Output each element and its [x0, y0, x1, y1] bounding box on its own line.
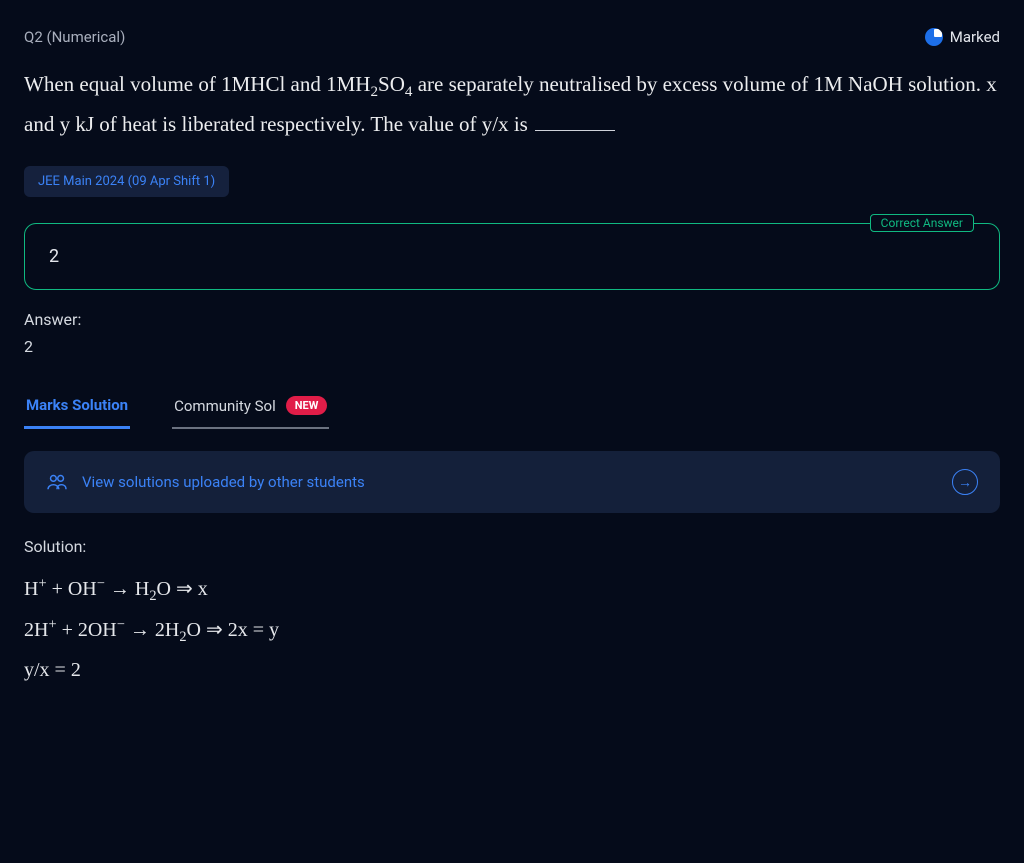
people-icon: [46, 473, 68, 491]
question-text: When equal volume of 1MHCl and 1MH2SO4 a…: [24, 66, 1000, 144]
solution-line-3: y/x = 2: [24, 651, 1000, 689]
marked-indicator[interactable]: Marked: [925, 28, 1000, 46]
tab-community-sol[interactable]: Community Sol NEW: [172, 386, 329, 429]
question-header: Q2 (Numerical) Marked: [24, 28, 1000, 46]
marked-label: Marked: [950, 28, 1000, 46]
solution-tabs: Marks Solution Community Sol NEW: [24, 386, 1000, 429]
new-badge: NEW: [286, 396, 328, 415]
solution-line-2: 2H+ + 2OH− → 2H2O ⇒ 2x = y: [24, 611, 1000, 651]
tab-label: Marks Solution: [26, 396, 128, 414]
tab-label: Community Sol: [174, 397, 276, 415]
arrow-right-icon: →: [952, 469, 978, 495]
view-solutions-text: View solutions uploaded by other student…: [82, 473, 365, 491]
solution-body: H+ + OH− → H2O ⇒ x 2H+ + 2OH− → 2H2O ⇒ 2…: [24, 570, 1000, 689]
question-number: Q2 (Numerical): [24, 28, 125, 46]
correct-answer-badge: Correct Answer: [870, 214, 974, 232]
bookmark-icon: [925, 28, 943, 46]
solution-line-1: H+ + OH− → H2O ⇒ x: [24, 570, 1000, 610]
exam-tag[interactable]: JEE Main 2024 (09 Apr Shift 1): [24, 166, 229, 197]
view-solutions-row[interactable]: View solutions uploaded by other student…: [24, 451, 1000, 513]
tab-marks-solution[interactable]: Marks Solution: [24, 386, 130, 429]
correct-answer-box: Correct Answer 2: [24, 223, 1000, 290]
correct-answer-value: 2: [24, 223, 1000, 290]
answer-label: Answer:: [24, 310, 1000, 329]
solution-label: Solution:: [24, 537, 1000, 556]
answer-value: 2: [24, 337, 1000, 356]
